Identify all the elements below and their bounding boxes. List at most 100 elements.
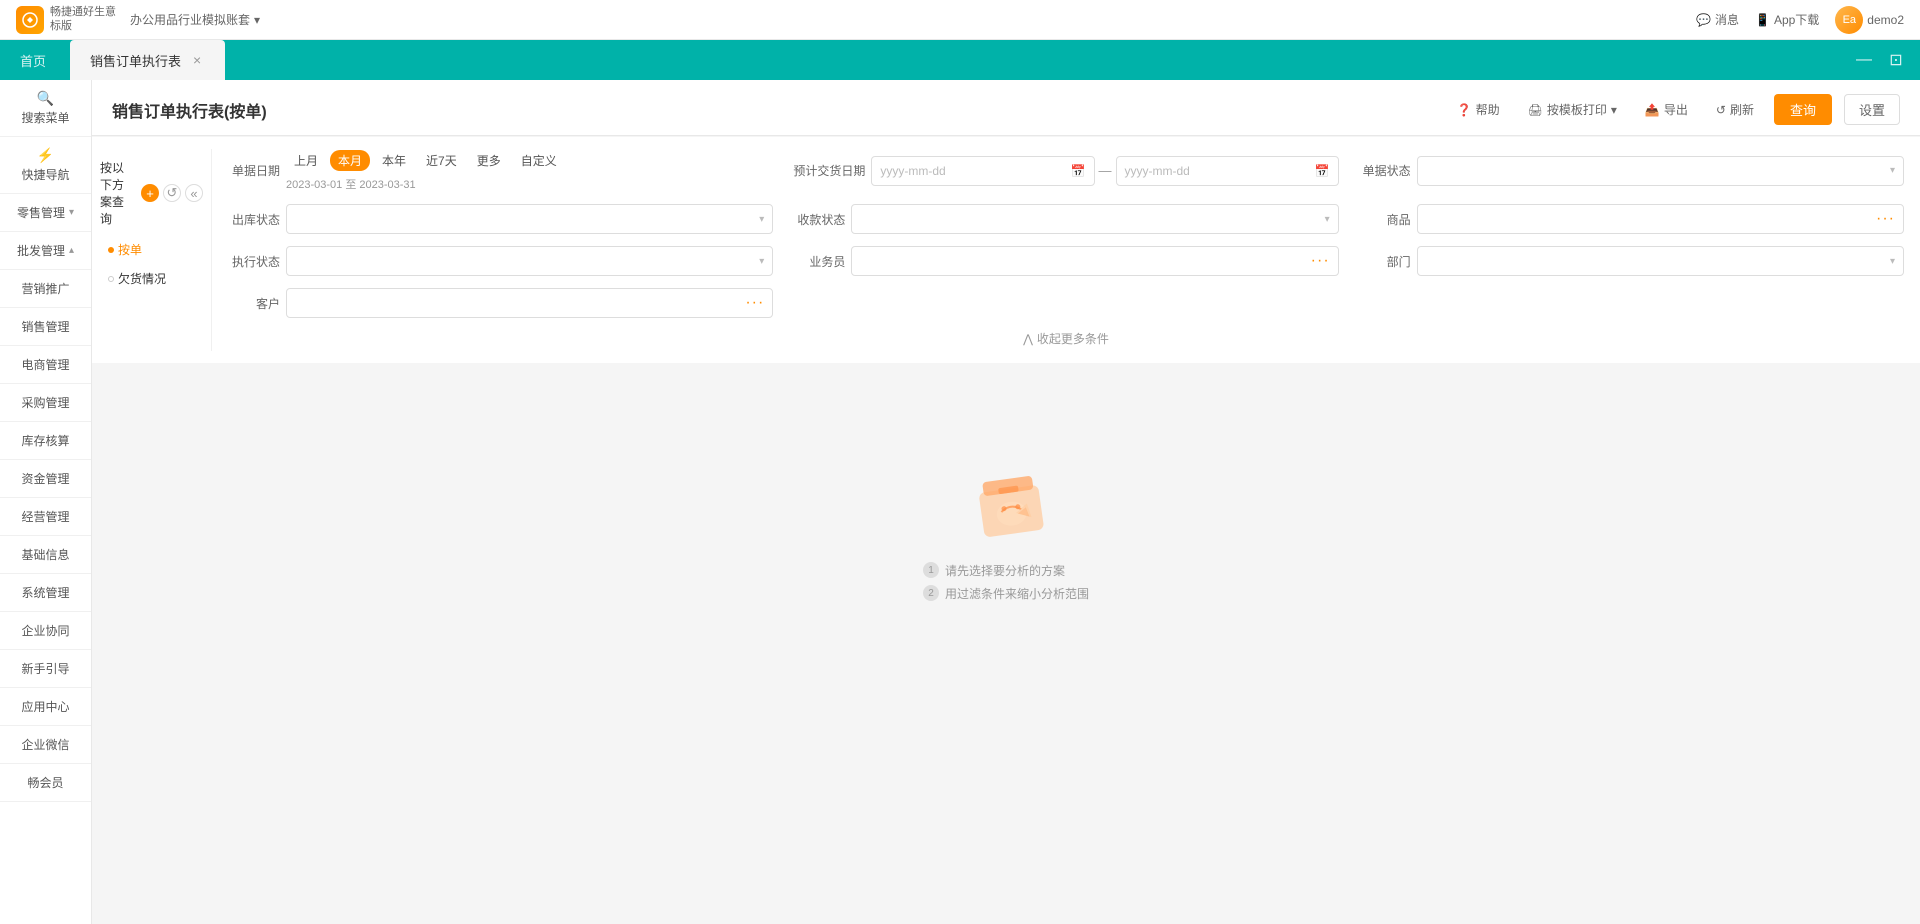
empty-hint-1: 1 请先选择要分析的方案 — [923, 562, 1089, 579]
sidebar-item-marketing[interactable]: 营销推广 — [0, 270, 91, 308]
sidebar-item-inventory[interactable]: 库存核算 — [0, 422, 91, 460]
exec-status-label: 执行状态 — [228, 253, 280, 270]
app-download-button[interactable]: 📱 App下载 — [1755, 11, 1819, 28]
sidebar-item-finance[interactable]: 资金管理 — [0, 460, 91, 498]
payment-status-select[interactable]: ▾ — [851, 204, 1338, 234]
exec-status-select[interactable]: ▾ — [286, 246, 773, 276]
sidebar-item-sales[interactable]: 销售管理 — [0, 308, 91, 346]
hint-num-1: 1 — [923, 562, 939, 578]
sidebar-item-wechat[interactable]: 企业微信 — [0, 726, 91, 764]
sidebar-item-purchase[interactable]: 采购管理 — [0, 384, 91, 422]
sidebar-item-apps[interactable]: 应用中心 — [0, 688, 91, 726]
expected-date-end[interactable]: yyyy-mm-dd 📅 — [1116, 156, 1339, 186]
active-tab[interactable]: 销售订单执行表 × — [70, 40, 225, 80]
message-button[interactable]: 💬 消息 — [1696, 11, 1739, 28]
home-tab[interactable]: 首页 — [0, 40, 66, 80]
sidebar-item-guide-label: 新手引导 — [21, 660, 69, 677]
sidebar-item-operations[interactable]: 经营管理 — [0, 498, 91, 536]
app-download-icon: 📱 — [1755, 13, 1770, 27]
refresh-scheme-button[interactable]: ↺ — [163, 184, 181, 202]
date-label: 单据日期 — [228, 162, 280, 179]
print-dropdown-icon: ▾ — [1611, 103, 1617, 117]
date-tab-7days[interactable]: 近7天 — [418, 149, 465, 172]
filter-row-3: 执行状态 ▾ 业务员 ··· — [228, 246, 1904, 276]
home-tab-label: 首页 — [20, 51, 46, 70]
maximize-button[interactable]: ⊡ — [1884, 48, 1908, 72]
customer-label: 客户 — [228, 295, 280, 312]
sidebar-item-member[interactable]: 畅会员 — [0, 764, 91, 802]
exec-status-chevron-icon: ▾ — [759, 256, 764, 267]
print-button[interactable]: 🖨 按模板打印 ▾ — [1520, 97, 1625, 122]
active-dot-icon — [108, 247, 114, 253]
calendar-end-icon: 📅 — [1315, 164, 1330, 178]
export-icon: 📤 — [1645, 103, 1660, 117]
nav-tabs-right: — ⊡ — [1852, 48, 1920, 72]
empty-hint-2: 2 用过滤条件来缩小分析范围 — [923, 585, 1089, 602]
sidebar-item-retail[interactable]: 零售管理 ▾ — [0, 194, 91, 232]
salesman-more-icon: ··· — [1311, 252, 1330, 270]
date-tab-this-month[interactable]: 本月 — [330, 150, 370, 171]
sidebar-quick-nav[interactable]: ⚡ 快捷导航 — [0, 137, 91, 194]
export-button[interactable]: 📤 导出 — [1637, 97, 1696, 122]
help-button[interactable]: ❓ 帮助 — [1449, 97, 1508, 122]
refresh-icon: ↺ — [1716, 103, 1726, 117]
add-scheme-button[interactable]: + — [141, 184, 159, 202]
page-actions: ❓ 帮助 🖨 按模板打印 ▾ 📤 导出 ↺ 刷新 查询 设置 — [1449, 94, 1900, 125]
query-button[interactable]: 查询 — [1774, 94, 1832, 125]
close-tab-button[interactable]: × — [189, 52, 205, 68]
page-header: 销售订单执行表(按单) ❓ 帮助 🖨 按模板打印 ▾ 📤 导出 ↺ 刷新 — [92, 80, 1920, 136]
filter-doc-status: 单据状态 ▾ — [1359, 149, 1904, 192]
date-tab-last-month[interactable]: 上月 — [286, 149, 326, 172]
empty-illustration — [956, 443, 1056, 543]
message-label: 消息 — [1715, 11, 1739, 28]
left-panel-title: 按以下方案查询 — [100, 159, 135, 227]
dept-select[interactable]: ▾ — [1417, 246, 1904, 276]
doc-status-select[interactable]: ▾ — [1417, 156, 1904, 186]
filter-expected-date: 预计交货日期 yyyy-mm-dd 📅 — yyyy-mm-dd 📅 — [793, 149, 1338, 192]
date-tab-this-year[interactable]: 本年 — [374, 149, 414, 172]
setup-button[interactable]: 设置 — [1844, 94, 1900, 125]
goods-select[interactable]: ··· — [1417, 204, 1904, 234]
date-tab-custom[interactable]: 自定义 — [513, 149, 565, 172]
filter-row-1: 单据日期 上月 本月 本年 近7天 更多 自定义 20 — [228, 149, 1904, 192]
collapse-icon: ⋀ — [1023, 332, 1033, 346]
sidebar-item-ecommerce[interactable]: 电商管理 — [0, 346, 91, 384]
expected-date-start[interactable]: yyyy-mm-dd 📅 — [871, 156, 1094, 186]
filter-row-2: 出库状态 ▾ 收款状态 ▾ — [228, 204, 1904, 234]
scheme-item-backorder[interactable]: 欠货情况 — [100, 264, 203, 293]
sidebar-item-basic[interactable]: 基础信息 — [0, 536, 91, 574]
filter-section: 按以下方案查询 + ↺ « 按单 欠货情况 — [92, 137, 1920, 363]
salesman-select[interactable]: ··· — [851, 246, 1338, 276]
minimize-button[interactable]: — — [1852, 48, 1876, 72]
collapse-label: 收起更多条件 — [1037, 330, 1109, 347]
wholesale-arrow-icon: ▴ — [69, 245, 74, 256]
out-status-chevron-icon: ▾ — [759, 214, 764, 225]
sidebar-item-member-label: 畅会员 — [27, 774, 63, 791]
collapse-panel-button[interactable]: « — [185, 184, 203, 202]
sidebar-item-system-label: 系统管理 — [21, 584, 69, 601]
filter-dept: 部门 ▾ — [1359, 246, 1904, 276]
collapse-filters-button[interactable]: ⋀ 收起更多条件 — [228, 322, 1904, 351]
expected-date-end-placeholder: yyyy-mm-dd — [1125, 164, 1190, 178]
filter-empty-3 — [1359, 288, 1904, 318]
expected-date-start-placeholder: yyyy-mm-dd — [880, 164, 945, 178]
industry-selector[interactable]: 办公用品行业模拟账套 ▾ — [124, 9, 266, 30]
sidebar-item-guide[interactable]: 新手引导 — [0, 650, 91, 688]
sidebar-item-finance-label: 资金管理 — [21, 470, 69, 487]
refresh-button[interactable]: ↺ 刷新 — [1708, 97, 1762, 122]
user-profile[interactable]: Ea demo2 — [1835, 6, 1904, 34]
sidebar-item-wholesale[interactable]: 批发管理 ▴ — [0, 232, 91, 270]
date-tab-more[interactable]: 更多 — [469, 149, 509, 172]
filter-exec-status: 执行状态 ▾ — [228, 246, 773, 276]
print-icon: 🖨 — [1528, 103, 1543, 117]
filter-out-status: 出库状态 ▾ — [228, 204, 773, 234]
logo-area: 畅捷通好生意 标版 — [16, 6, 116, 34]
date-range-text: 2023-03-01 至 2023-03-31 — [286, 176, 773, 192]
out-status-select[interactable]: ▾ — [286, 204, 773, 234]
sidebar-search[interactable]: 🔍 搜索菜单 — [0, 80, 91, 137]
customer-select[interactable]: ··· — [286, 288, 773, 318]
sidebar-item-enterprise[interactable]: 企业协同 — [0, 612, 91, 650]
filters-wrapper: 按以下方案查询 + ↺ « 按单 欠货情况 — [92, 137, 1920, 363]
sidebar-item-system[interactable]: 系统管理 — [0, 574, 91, 612]
scheme-item-order[interactable]: 按单 — [100, 235, 203, 264]
